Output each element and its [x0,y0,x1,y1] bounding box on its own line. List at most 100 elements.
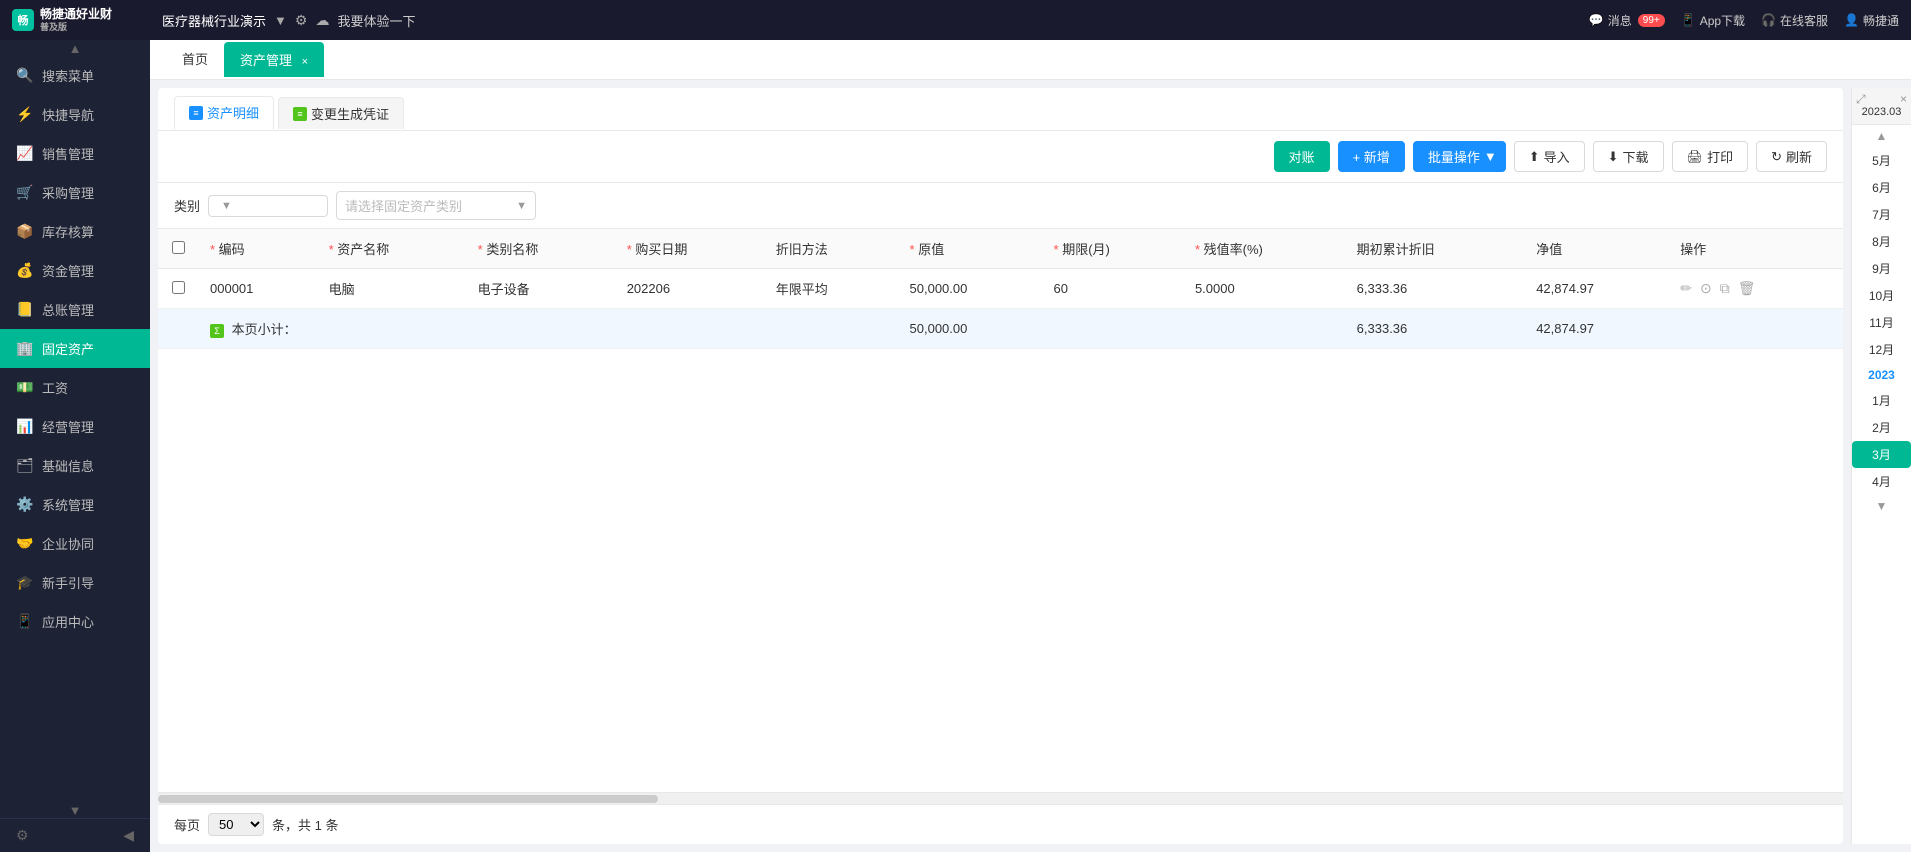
dropdown-icon[interactable]: ▼ [274,13,287,28]
cooperation-icon: 🤝 [16,535,34,553]
download-icon: 📱 [1681,13,1696,27]
new-button[interactable]: + 新增 [1338,141,1405,172]
sidebar-label-fixed: 固定资产 [42,339,94,358]
main-panel: ≡ 资产明细 ≡ 变更生成凭证 对账 + 新增 批量操作 ▼ [158,88,1843,844]
date-month-1[interactable]: 1月 [1852,387,1911,414]
horizontal-scrollbar[interactable] [158,792,1843,804]
tab-home[interactable]: 首页 [166,41,224,78]
sidebar: ▲ 🔍 搜索菜单 ⚡ 快捷导航 📈 销售管理 🛒 采购管理 📦 库存核算 [0,40,150,852]
edit-icon[interactable]: ✏ [1680,280,1692,297]
date-month-12[interactable]: 12月 [1852,336,1911,363]
date-nav-up[interactable]: ▲ [1852,125,1911,147]
sidebar-label-purchase: 采购管理 [42,183,94,202]
collapse-icon[interactable]: ◀ [123,827,134,844]
sidebar-item-base[interactable]: 🗂 基础信息 [0,446,150,485]
sidebar-label-guide: 新手引导 [42,573,94,592]
sidebar-scroll-down[interactable]: ▼ [0,802,150,818]
select-all-checkbox[interactable] [172,241,185,254]
date-month-10[interactable]: 10月 [1852,282,1911,309]
sidebar-item-shortcut[interactable]: ⚡ 快捷导航 [0,95,150,134]
user-btn[interactable]: 👤 畅捷通 [1844,12,1899,29]
sidebar-item-cooperation[interactable]: 🤝 企业协同 [0,524,150,563]
duplicate-icon[interactable]: ⧉ [1720,280,1730,297]
reconcile-button[interactable]: 对账 [1274,141,1330,172]
date-month-3[interactable]: 3月 [1852,441,1911,468]
content-area: 首页 资产管理 × ≡ 资产明细 ≡ 变更生成凭证 [150,40,1911,852]
per-page-select[interactable]: 50 100 [208,813,264,836]
subtotal-action [1668,309,1843,349]
header-initial-depreciation: 期初累计折旧 [1345,229,1525,269]
apps-icon: 📱 [16,613,34,631]
date-month-11[interactable]: 11月 [1852,309,1911,336]
row-checkbox[interactable] [172,281,185,294]
category-select[interactable]: ▼ [208,195,328,217]
scrollbar-thumb[interactable] [158,795,658,803]
date-month-5[interactable]: 5月 [1852,147,1911,174]
sidebar-item-fixed[interactable]: 🏢 固定资产 [0,329,150,368]
try-label[interactable]: 我要体验一下 [337,11,415,30]
sidebar-item-system[interactable]: ⚙️ 系统管理 [0,485,150,524]
subtotal-label: 本页小计： [232,322,297,337]
date-year-2023[interactable]: 2023 [1852,363,1911,387]
refresh-button[interactable]: ↻ 刷新 [1756,141,1827,172]
settings-bottom-icon[interactable]: ⚙ [16,827,29,844]
sidebar-item-fund[interactable]: 💰 资金管理 [0,251,150,290]
header-category: 类别名称 [466,229,615,269]
user-icon: 👤 [1844,13,1859,27]
header-purchase-date: 购买日期 [615,229,764,269]
inventory-icon: 📦 [16,223,34,241]
date-month-7[interactable]: 7月 [1852,201,1911,228]
sidebar-item-guide[interactable]: 🎓 新手引导 [0,563,150,602]
service-icon: 🎧 [1761,13,1776,27]
row-name: 电脑 [317,269,466,309]
sidebar-item-inventory[interactable]: 📦 库存核算 [0,212,150,251]
import-button[interactable]: ⬆ 导入 [1514,141,1585,172]
date-nav-down[interactable]: ▼ [1852,495,1911,517]
date-month-8[interactable]: 8月 [1852,228,1911,255]
logo: 畅 畅捷通好业财 普及版 [12,7,162,32]
category-input[interactable]: 请选择固定资产类别 ▼ [336,191,536,220]
right-panel-close-icon[interactable]: × [1900,92,1907,106]
download-button[interactable]: ⬇ 下载 [1593,141,1664,172]
app-download-btn[interactable]: 📱 App下载 [1681,12,1745,29]
sidebar-item-operation[interactable]: 📊 经营管理 [0,407,150,446]
sub-tab-asset-detail[interactable]: ≡ 资产明细 [174,96,274,130]
sub-tab-change-voucher[interactable]: ≡ 变更生成凭证 [278,97,404,129]
sidebar-nav: 🔍 搜索菜单 ⚡ 快捷导航 📈 销售管理 🛒 采购管理 📦 库存核算 💰 [0,56,150,802]
sidebar-item-salary[interactable]: 💵 工资 [0,368,150,407]
operation-icon: 📊 [16,418,34,436]
delete-icon[interactable]: 🗑 [1738,280,1756,297]
subtotal-net-value: 42,874.97 [1524,309,1668,349]
sidebar-item-search[interactable]: 🔍 搜索菜单 [0,56,150,95]
subtotal-period [1042,309,1183,349]
input-placeholder: 请选择固定资产类别 [345,196,462,215]
date-month-9[interactable]: 9月 [1852,255,1911,282]
tabs-bar: 首页 资产管理 × [150,40,1911,80]
sales-icon: 📈 [16,145,34,163]
message-icon: 💬 [1589,13,1604,27]
online-service-btn[interactable]: 🎧 在线客服 [1761,12,1828,29]
header-original-value: 原值 [898,229,1042,269]
settings-icon[interactable]: ⚙ [295,12,308,29]
sidebar-scroll-up[interactable]: ▲ [0,40,150,56]
tab-icon-green: ≡ [293,107,307,121]
date-month-2[interactable]: 2月 [1852,414,1911,441]
top-bar-right: 💬 消息 99+ 📱 App下载 🎧 在线客服 👤 畅捷通 [1589,12,1899,29]
tab-close-asset[interactable]: × [302,56,308,68]
copy-icon[interactable]: ⊙ [1700,280,1712,297]
date-month-6[interactable]: 6月 [1852,174,1911,201]
sidebar-item-apps[interactable]: 📱 应用中心 [0,602,150,641]
row-period: 60 [1042,269,1183,309]
search-icon: 🔍 [16,67,34,85]
batch-button[interactable]: 批量操作 ▼ [1413,141,1506,172]
right-panel-expand-icon[interactable]: ⤢ [1856,92,1866,107]
message-btn[interactable]: 💬 消息 99+ [1589,12,1665,29]
tab-asset[interactable]: 资产管理 × [224,42,324,77]
sidebar-item-purchase[interactable]: 🛒 采购管理 [0,173,150,212]
date-month-4[interactable]: 4月 [1852,468,1911,495]
sidebar-label-cooperation: 企业协同 [42,534,94,553]
sidebar-item-sales[interactable]: 📈 销售管理 [0,134,150,173]
refresh-icon: ↻ [1771,149,1782,165]
sidebar-item-ledger[interactable]: 📒 总账管理 [0,290,150,329]
print-button[interactable]: 🖨 打印 [1672,141,1749,172]
